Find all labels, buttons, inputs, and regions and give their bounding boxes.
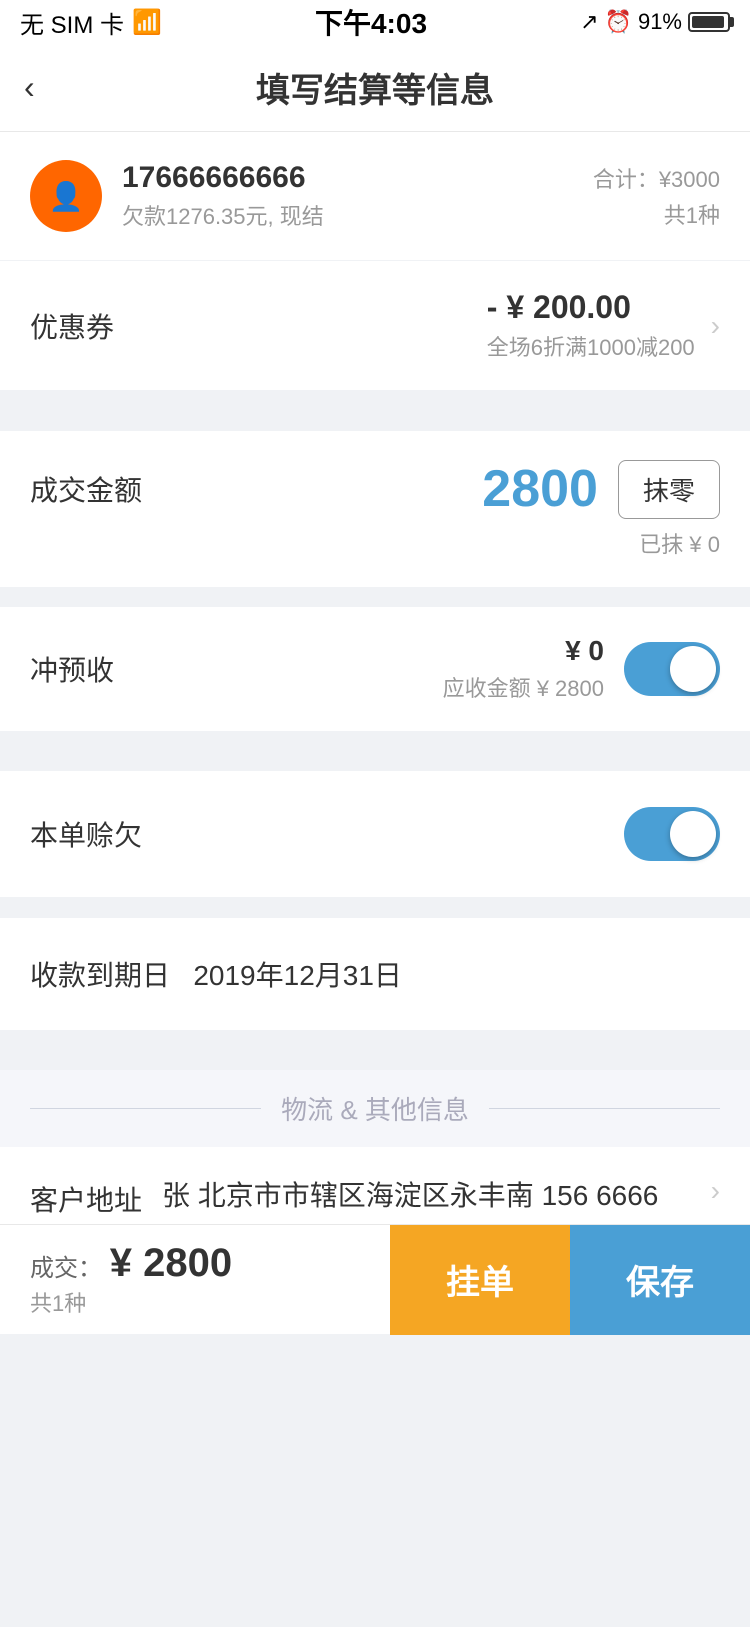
coupon-right: - ¥ 200.00 全场6折满1000减200 › xyxy=(487,289,720,362)
status-left: 无 SIM 卡 📶 xyxy=(20,5,162,40)
divider-line-right xyxy=(489,1108,720,1109)
bottom-spacer xyxy=(0,1307,750,1507)
prereceive-toggle[interactable] xyxy=(624,642,720,696)
bottom-summary-amount: ¥ 2800 xyxy=(110,1241,232,1285)
battery-text: 91% xyxy=(638,9,682,35)
page-title: 填写结算等信息 xyxy=(256,63,494,112)
amount-right: 2800 抹零 xyxy=(482,459,720,519)
prereceive-value: ¥ 0 xyxy=(443,635,604,667)
address-key: 客户地址 xyxy=(30,1179,142,1219)
wifi-icon: 📶 xyxy=(132,8,162,37)
bottom-summary-count: 共1种 xyxy=(30,1286,360,1318)
amount-section: 成交金额 2800 抹零 已抹 ¥ 0 xyxy=(0,431,750,587)
hold-button[interactable]: 挂单 xyxy=(390,1225,570,1335)
amount-value: 2800 xyxy=(482,459,598,519)
battery-icon xyxy=(688,12,730,32)
prereceive-right: ¥ 0 应收金额 ¥ 2800 xyxy=(443,635,720,703)
bottom-bar: 成交： ¥ 2800 共1种 挂单 保存 xyxy=(0,1224,750,1334)
page-content: 👤 17666666666 欠款1276.35元, 现结 合计：¥3000 共1… xyxy=(0,132,750,1627)
avatar: 👤 xyxy=(30,160,102,232)
user-info-card: 👤 17666666666 欠款1276.35元, 现结 合计：¥3000 共1… xyxy=(0,132,750,391)
logistics-label: 物流 & 其他信息 xyxy=(281,1090,469,1127)
alarm-icon: ⏰ xyxy=(605,9,632,35)
due-date-row: 收款到期日 2019年12月31日 xyxy=(0,917,750,1030)
bad-debt-toggle[interactable] xyxy=(624,807,720,861)
total-count: 共1种 xyxy=(593,198,720,230)
save-button[interactable]: 保存 xyxy=(570,1225,750,1335)
coupon-row[interactable]: 优惠券 - ¥ 200.00 全场6折满1000减200 › xyxy=(0,261,750,391)
coupon-discount: - ¥ 200.00 xyxy=(487,289,695,326)
chevron-right-icon: › xyxy=(711,310,720,342)
user-sub-text: 欠款1276.35元, 现结 xyxy=(122,199,324,231)
bottom-summary-label: 成交： xyxy=(30,1255,102,1282)
amount-label: 成交金额 xyxy=(30,469,142,509)
due-date-label: 收款到期日 xyxy=(30,960,186,991)
user-right: 合计：¥3000 共1种 xyxy=(593,162,720,230)
bottom-summary: 成交： ¥ 2800 共1种 xyxy=(0,1241,390,1318)
divider-line-left xyxy=(30,1108,261,1109)
avatar-icon: 👤 xyxy=(49,180,84,213)
bad-debt-label: 本单赊欠 xyxy=(30,814,142,854)
status-right: ↗ ⏰ 91% xyxy=(580,9,730,35)
round-off-button[interactable]: 抹零 xyxy=(618,460,720,519)
separator-2 xyxy=(0,751,750,771)
coupon-label: 优惠券 xyxy=(30,306,114,346)
amount-row: 成交金额 2800 抹零 xyxy=(30,459,720,519)
bottom-row: 成交： ¥ 2800 xyxy=(30,1241,360,1286)
total-label: 合计：¥3000 xyxy=(593,162,720,194)
location-icon: ↗ xyxy=(580,9,598,35)
no-sim-text: 无 SIM 卡 xyxy=(20,5,124,40)
user-info-row: 👤 17666666666 欠款1276.35元, 现结 合计：¥3000 共1… xyxy=(0,132,750,261)
user-details: 17666666666 欠款1276.35元, 现结 xyxy=(122,161,324,231)
user-phone: 17666666666 xyxy=(122,161,324,195)
prereceive-amount-block: ¥ 0 应收金额 ¥ 2800 xyxy=(443,635,604,703)
prereceive-label: 冲预收 xyxy=(30,649,114,689)
user-left: 👤 17666666666 欠款1276.35元, 现结 xyxy=(30,160,324,232)
prereceive-sub-text: 应收金额 ¥ 2800 xyxy=(443,671,604,703)
bad-debt-row: 本单赊欠 xyxy=(0,771,750,897)
prereceive-row: 冲预收 ¥ 0 应收金额 ¥ 2800 xyxy=(0,607,750,731)
separator-1 xyxy=(0,411,750,431)
logistics-divider: 物流 & 其他信息 xyxy=(0,1070,750,1147)
coupon-desc: 全场6折满1000减200 xyxy=(487,330,695,362)
separator-3 xyxy=(0,1050,750,1070)
page-header: ‹ 填写结算等信息 xyxy=(0,44,750,132)
address-chevron-icon: › xyxy=(711,1175,720,1207)
coupon-info: - ¥ 200.00 全场6折满1000减200 xyxy=(487,289,695,362)
back-button[interactable]: ‹ xyxy=(24,69,35,106)
status-bar: 无 SIM 卡 📶 下午4:03 ↗ ⏰ 91% xyxy=(0,0,750,44)
status-time: 下午4:03 xyxy=(315,2,427,42)
due-date-value: 2019年12月31日 xyxy=(193,960,402,991)
amount-sub-text: 已抹 ¥ 0 xyxy=(30,527,720,559)
